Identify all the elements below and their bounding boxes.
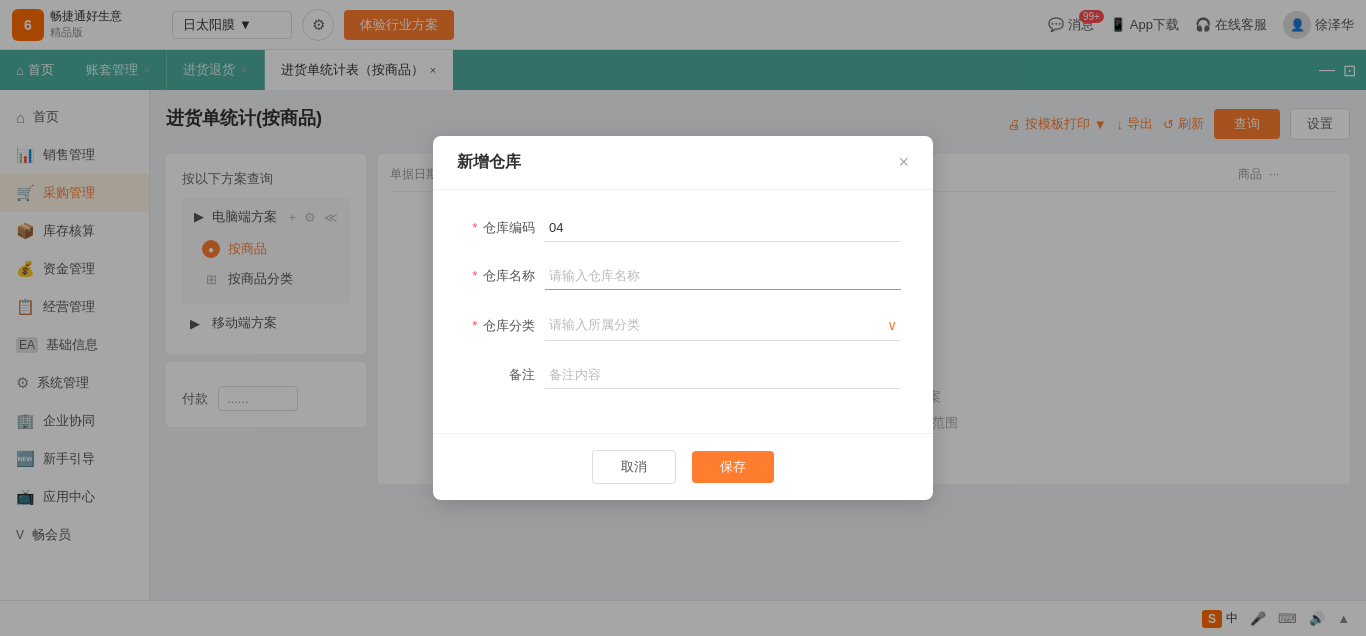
remark-label: 备注 bbox=[465, 366, 545, 384]
modal-overlay: 新增仓库 × * 仓库编码 * 仓库名称 bbox=[0, 0, 1366, 636]
required-star-cat: * bbox=[472, 318, 477, 333]
category-chevron-icon: ∨ bbox=[887, 317, 897, 333]
modal-footer: 取消 保存 bbox=[433, 433, 933, 500]
category-placeholder: 请输入所属分类 bbox=[549, 316, 640, 334]
required-star: * bbox=[472, 220, 477, 235]
form-row-code: * 仓库编码 bbox=[465, 214, 901, 242]
modal-title: 新增仓库 bbox=[457, 152, 521, 173]
required-star-name: * bbox=[472, 268, 477, 283]
modal-body: * 仓库编码 * 仓库名称 * 仓库分类 请输入 bbox=[433, 190, 933, 433]
save-button[interactable]: 保存 bbox=[692, 451, 774, 483]
cancel-button[interactable]: 取消 bbox=[592, 450, 676, 484]
modal-header: 新增仓库 × bbox=[433, 136, 933, 190]
name-input[interactable] bbox=[545, 262, 901, 290]
category-select[interactable]: 请输入所属分类 ∨ bbox=[545, 310, 901, 341]
form-row-category: * 仓库分类 请输入所属分类 ∨ bbox=[465, 310, 901, 341]
category-label: * 仓库分类 bbox=[465, 317, 545, 335]
name-label: * 仓库名称 bbox=[465, 267, 545, 285]
form-row-name: * 仓库名称 bbox=[465, 262, 901, 290]
new-warehouse-modal: 新增仓库 × * 仓库编码 * 仓库名称 bbox=[433, 136, 933, 500]
code-label: * 仓库编码 bbox=[465, 219, 545, 237]
code-input[interactable] bbox=[545, 214, 901, 242]
remark-input[interactable] bbox=[545, 361, 901, 389]
modal-close-icon[interactable]: × bbox=[898, 152, 909, 173]
form-row-remark: 备注 bbox=[465, 361, 901, 389]
